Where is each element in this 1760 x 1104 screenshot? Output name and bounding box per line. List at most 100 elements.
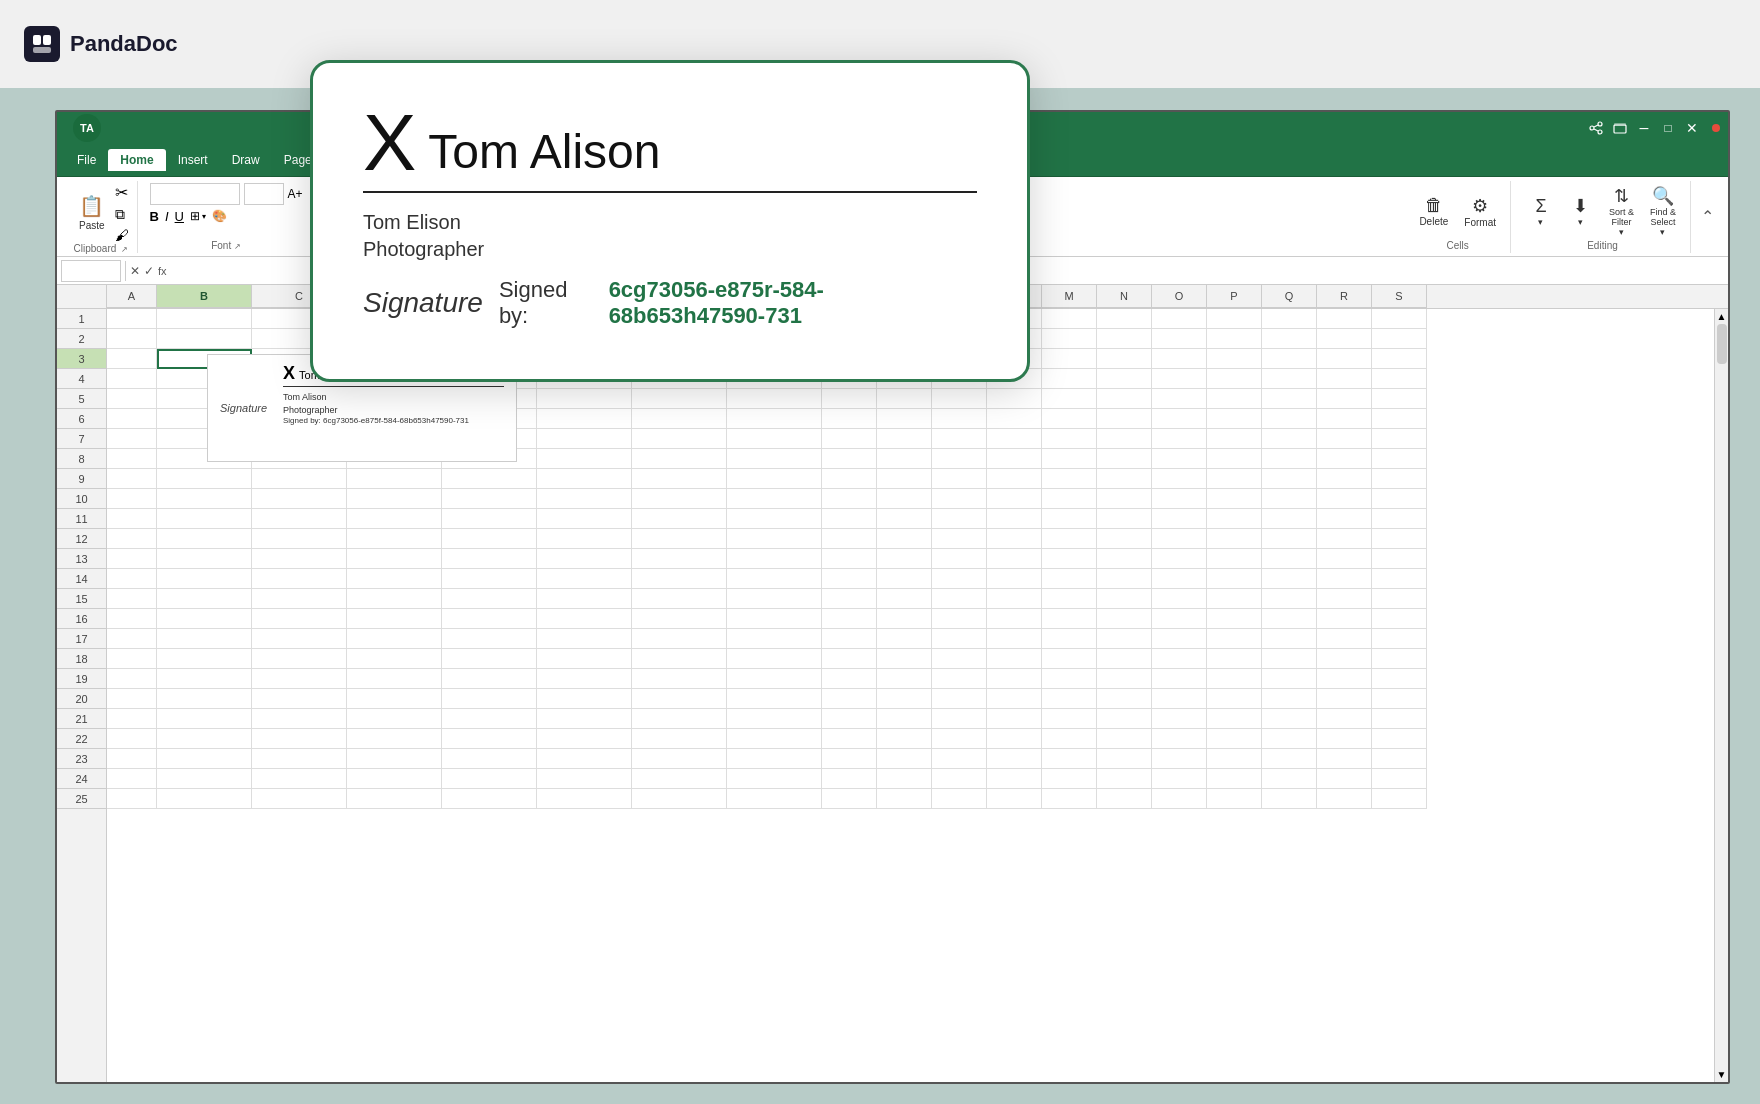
row-14[interactable]: 14 xyxy=(57,569,106,589)
cell-1-13[interactable] xyxy=(1097,309,1152,329)
cell-22-9[interactable] xyxy=(877,729,932,749)
cell-15-9[interactable] xyxy=(877,589,932,609)
row-8[interactable]: 8 xyxy=(57,449,106,469)
cell-19-7[interactable] xyxy=(727,669,822,689)
cell-10-5[interactable] xyxy=(537,489,632,509)
cell-18-1[interactable] xyxy=(157,649,252,669)
cell-9-14[interactable] xyxy=(1152,469,1207,489)
cell-19-3[interactable] xyxy=(347,669,442,689)
cell-2-12[interactable] xyxy=(1042,329,1097,349)
cell-23-12[interactable] xyxy=(1042,749,1097,769)
cell-16-3[interactable] xyxy=(347,609,442,629)
cell-22-4[interactable] xyxy=(442,729,537,749)
cell-23-0[interactable] xyxy=(107,749,157,769)
cell-23-11[interactable] xyxy=(987,749,1042,769)
cell-23-8[interactable] xyxy=(822,749,877,769)
cell-18-6[interactable] xyxy=(632,649,727,669)
cell-19-17[interactable] xyxy=(1317,669,1372,689)
cell-21-13[interactable] xyxy=(1097,709,1152,729)
cell-14-4[interactable] xyxy=(442,569,537,589)
cell-11-9[interactable] xyxy=(877,509,932,529)
cell-14-10[interactable] xyxy=(932,569,987,589)
cell-12-1[interactable] xyxy=(157,529,252,549)
row-18[interactable]: 18 xyxy=(57,649,106,669)
cell-10-15[interactable] xyxy=(1207,489,1262,509)
cell-25-16[interactable] xyxy=(1262,789,1317,809)
cell-24-3[interactable] xyxy=(347,769,442,789)
cell-2-14[interactable] xyxy=(1152,329,1207,349)
cell-24-4[interactable] xyxy=(442,769,537,789)
cell-20-9[interactable] xyxy=(877,689,932,709)
cell-12-9[interactable] xyxy=(877,529,932,549)
cell-15-12[interactable] xyxy=(1042,589,1097,609)
cell-15-8[interactable] xyxy=(822,589,877,609)
cell-3-13[interactable] xyxy=(1097,349,1152,369)
row-21[interactable]: 21 xyxy=(57,709,106,729)
cell-11-12[interactable] xyxy=(1042,509,1097,529)
autosum-button[interactable]: Σ ▾ xyxy=(1523,194,1559,229)
cell-24-14[interactable] xyxy=(1152,769,1207,789)
cell-11-0[interactable] xyxy=(107,509,157,529)
cell-4-13[interactable] xyxy=(1097,369,1152,389)
cell-1-16[interactable] xyxy=(1262,309,1317,329)
cell-13-2[interactable] xyxy=(252,549,347,569)
cell-17-3[interactable] xyxy=(347,629,442,649)
cell-9-15[interactable] xyxy=(1207,469,1262,489)
cell-7-17[interactable] xyxy=(1317,429,1372,449)
cell-16-12[interactable] xyxy=(1042,609,1097,629)
cell-9-6[interactable] xyxy=(632,469,727,489)
cell-19-15[interactable] xyxy=(1207,669,1262,689)
cell-1-18[interactable] xyxy=(1372,309,1427,329)
cell-7-15[interactable] xyxy=(1207,429,1262,449)
col-header-b[interactable]: B xyxy=(157,285,252,308)
cell-23-3[interactable] xyxy=(347,749,442,769)
row-10[interactable]: 10 xyxy=(57,489,106,509)
cell-10-14[interactable] xyxy=(1152,489,1207,509)
scroll-up-arrow[interactable]: ▲ xyxy=(1715,309,1728,322)
cell-14-12[interactable] xyxy=(1042,569,1097,589)
cell-17-15[interactable] xyxy=(1207,629,1262,649)
cell-17-17[interactable] xyxy=(1317,629,1372,649)
cell-20-5[interactable] xyxy=(537,689,632,709)
cell-22-8[interactable] xyxy=(822,729,877,749)
cell-14-0[interactable] xyxy=(107,569,157,589)
cell-9-12[interactable] xyxy=(1042,469,1097,489)
cell-20-14[interactable] xyxy=(1152,689,1207,709)
cell-11-1[interactable] xyxy=(157,509,252,529)
cell-20-10[interactable] xyxy=(932,689,987,709)
font-grow-icon[interactable]: A+ xyxy=(288,187,303,201)
cell-20-16[interactable] xyxy=(1262,689,1317,709)
cell-9-4[interactable] xyxy=(442,469,537,489)
cell-13-10[interactable] xyxy=(932,549,987,569)
row-15[interactable]: 15 xyxy=(57,589,106,609)
cell-19-18[interactable] xyxy=(1372,669,1427,689)
cell-9-18[interactable] xyxy=(1372,469,1427,489)
row-5[interactable]: 5 xyxy=(57,389,106,409)
cell-21-0[interactable] xyxy=(107,709,157,729)
cell-18-14[interactable] xyxy=(1152,649,1207,669)
cell-18-13[interactable] xyxy=(1097,649,1152,669)
cell-14-11[interactable] xyxy=(987,569,1042,589)
sort-filter-button[interactable]: ⇅ Sort &Filter ▾ xyxy=(1603,183,1640,239)
cell-19-0[interactable] xyxy=(107,669,157,689)
cell-11-8[interactable] xyxy=(822,509,877,529)
color-icon[interactable]: 🎨 xyxy=(212,209,227,223)
cell-18-15[interactable] xyxy=(1207,649,1262,669)
scroll-down-arrow[interactable]: ▼ xyxy=(1715,1069,1728,1080)
cell-25-10[interactable] xyxy=(932,789,987,809)
paste-button[interactable]: 📋 Paste xyxy=(73,192,111,233)
cell-4-18[interactable] xyxy=(1372,369,1427,389)
tab-home[interactable]: Home xyxy=(108,149,165,171)
cell-25-4[interactable] xyxy=(442,789,537,809)
cell-9-13[interactable] xyxy=(1097,469,1152,489)
cell-15-14[interactable] xyxy=(1152,589,1207,609)
tab-file[interactable]: File xyxy=(65,149,108,171)
cell-15-13[interactable] xyxy=(1097,589,1152,609)
col-header-m[interactable]: M xyxy=(1042,285,1097,308)
cell-12-12[interactable] xyxy=(1042,529,1097,549)
cell-6-13[interactable] xyxy=(1097,409,1152,429)
cell-14-17[interactable] xyxy=(1317,569,1372,589)
cell-15-7[interactable] xyxy=(727,589,822,609)
cell-11-16[interactable] xyxy=(1262,509,1317,529)
cell-12-17[interactable] xyxy=(1317,529,1372,549)
